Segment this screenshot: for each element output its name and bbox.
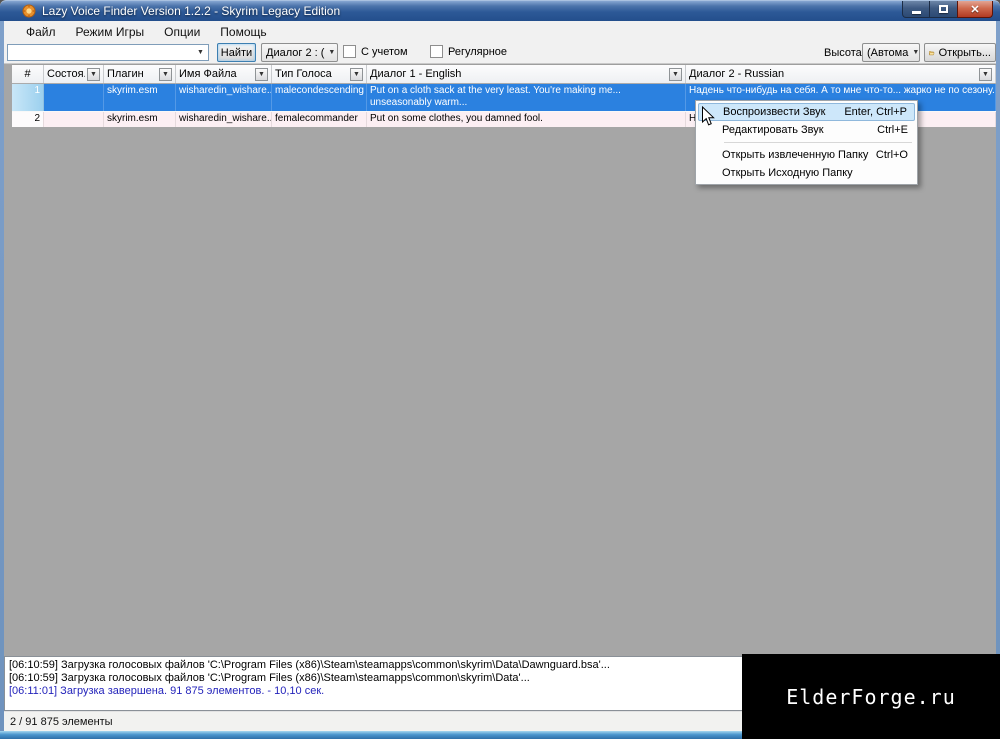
shortcut-label: Ctrl+E <box>877 124 908 136</box>
maximize-icon <box>939 5 948 13</box>
toolbar: ▼ Найти Диалог 2 : ( ▼ С учетом Регулярн… <box>4 42 996 64</box>
column-header-dialog1[interactable]: Диалог 1 - English ▼ <box>367 65 686 83</box>
window-border-right <box>996 21 1000 731</box>
shortcut-label: Ctrl+O <box>875 149 908 161</box>
column-header-voicetype[interactable]: Тип Голоса ▼ <box>272 65 367 83</box>
caption-buttons: ✕ <box>902 1 993 18</box>
height-value: (Автома <box>867 46 909 59</box>
column-header-state[interactable]: Состоя... ▼ <box>44 65 104 83</box>
regex-option[interactable]: Регулярное <box>430 45 507 58</box>
filter-dropdown-icon[interactable]: ▼ <box>255 67 268 81</box>
cell-voicetype[interactable]: malecondescending <box>272 84 367 111</box>
maximize-button[interactable] <box>930 1 957 18</box>
status-count: 2 / 91 875 элементы <box>10 715 113 728</box>
menu-item-play-sound[interactable]: Воспроизвести Звук Enter, Ctrl+P <box>698 103 915 121</box>
search-input[interactable] <box>8 45 193 60</box>
case-sensitive-label: С учетом <box>361 45 408 58</box>
cell-state[interactable] <box>44 84 104 111</box>
case-sensitive-option[interactable]: С учетом <box>343 45 408 58</box>
open-button-label: Открыть... <box>938 46 991 59</box>
filter-dropdown-icon[interactable]: ▼ <box>979 67 992 81</box>
menu-item-edit-sound[interactable]: Редактировать Звук Ctrl+E <box>698 121 915 139</box>
close-button[interactable]: ✕ <box>957 1 993 18</box>
dialog-filter-value: Диалог 2 : ( <box>266 46 325 59</box>
menu-options[interactable]: Опции <box>154 23 210 41</box>
regex-label: Регулярное <box>448 45 508 58</box>
menubar: Файл Режим Игры Опции Помощь <box>4 21 996 42</box>
column-header-dialog2[interactable]: Диалог 2 - Russian ▼ <box>686 65 996 83</box>
cell-state[interactable] <box>44 112 104 127</box>
app-window: Lazy Voice Finder Version 1.2.2 - Skyrim… <box>0 0 1000 739</box>
menu-help[interactable]: Помощь <box>210 23 276 41</box>
cell-dialog1[interactable]: Put on a cloth sack at the very least. Y… <box>367 84 686 111</box>
titlebar[interactable]: Lazy Voice Finder Version 1.2.2 - Skyrim… <box>0 0 1000 21</box>
menu-separator <box>724 142 912 143</box>
cell-plugin[interactable]: skyrim.esm <box>104 112 176 127</box>
cell-dialog1[interactable]: Put on some clothes, you damned fool. <box>367 112 686 127</box>
cell-filename[interactable]: wisharedin_wishare... <box>176 84 272 111</box>
grid-header: # Состоя... ▼ Плагин ▼ Имя Файла ▼ Тип Г… <box>12 64 996 84</box>
chevron-down-icon: ▼ <box>328 49 336 56</box>
dialog-filter-dropdown[interactable]: Диалог 2 : ( ▼ <box>261 43 338 62</box>
menu-item-open-source-folder[interactable]: Открыть Исходную Папку <box>698 164 915 182</box>
chevron-down-icon[interactable]: ▼ <box>193 45 208 60</box>
open-button[interactable]: Открыть... <box>924 43 996 62</box>
case-sensitive-checkbox[interactable] <box>343 45 356 58</box>
filter-dropdown-icon[interactable]: ▼ <box>350 67 363 81</box>
cell-plugin[interactable]: skyrim.esm <box>104 84 176 111</box>
minimize-button[interactable] <box>902 1 930 18</box>
row-number[interactable]: 1 <box>12 84 44 111</box>
column-header-filename[interactable]: Имя Файла ▼ <box>176 65 272 83</box>
menu-game-mode[interactable]: Режим Игры <box>66 23 155 41</box>
minimize-icon <box>911 10 921 14</box>
filter-dropdown-icon[interactable]: ▼ <box>87 67 100 81</box>
column-header-index[interactable]: # <box>12 65 44 83</box>
window-title: Lazy Voice Finder Version 1.2.2 - Skyrim… <box>42 4 341 18</box>
row-number[interactable]: 2 <box>12 112 44 127</box>
height-dropdown[interactable]: (Автома ▼ <box>862 43 920 62</box>
open-folder-icon <box>929 50 935 55</box>
window-border-left <box>0 21 4 731</box>
close-icon: ✕ <box>970 3 980 16</box>
mouse-cursor-icon <box>702 106 715 126</box>
watermark-text: ElderForge.ru <box>786 684 956 709</box>
cell-filename[interactable]: wisharedin_wishare... <box>176 112 272 127</box>
filter-dropdown-icon[interactable]: ▼ <box>669 67 682 81</box>
find-button[interactable]: Найти <box>217 43 256 62</box>
context-menu: Воспроизвести Звук Enter, Ctrl+P Редакти… <box>695 100 918 185</box>
height-label: Высота <box>824 47 862 59</box>
search-combobox[interactable]: ▼ <box>7 44 209 61</box>
menu-file[interactable]: Файл <box>16 23 66 41</box>
menu-item-open-extracted-folder[interactable]: Открыть извлеченную Папку Ctrl+O <box>698 146 915 164</box>
app-icon <box>22 4 36 18</box>
shortcut-label: Enter, Ctrl+P <box>844 106 907 118</box>
watermark: ElderForge.ru <box>742 654 1000 739</box>
cell-voicetype[interactable]: femalecommander <box>272 112 367 127</box>
regex-checkbox[interactable] <box>430 45 443 58</box>
column-header-plugin[interactable]: Плагин ▼ <box>104 65 176 83</box>
filter-dropdown-icon[interactable]: ▼ <box>159 67 172 81</box>
chevron-down-icon: ▼ <box>912 49 920 56</box>
